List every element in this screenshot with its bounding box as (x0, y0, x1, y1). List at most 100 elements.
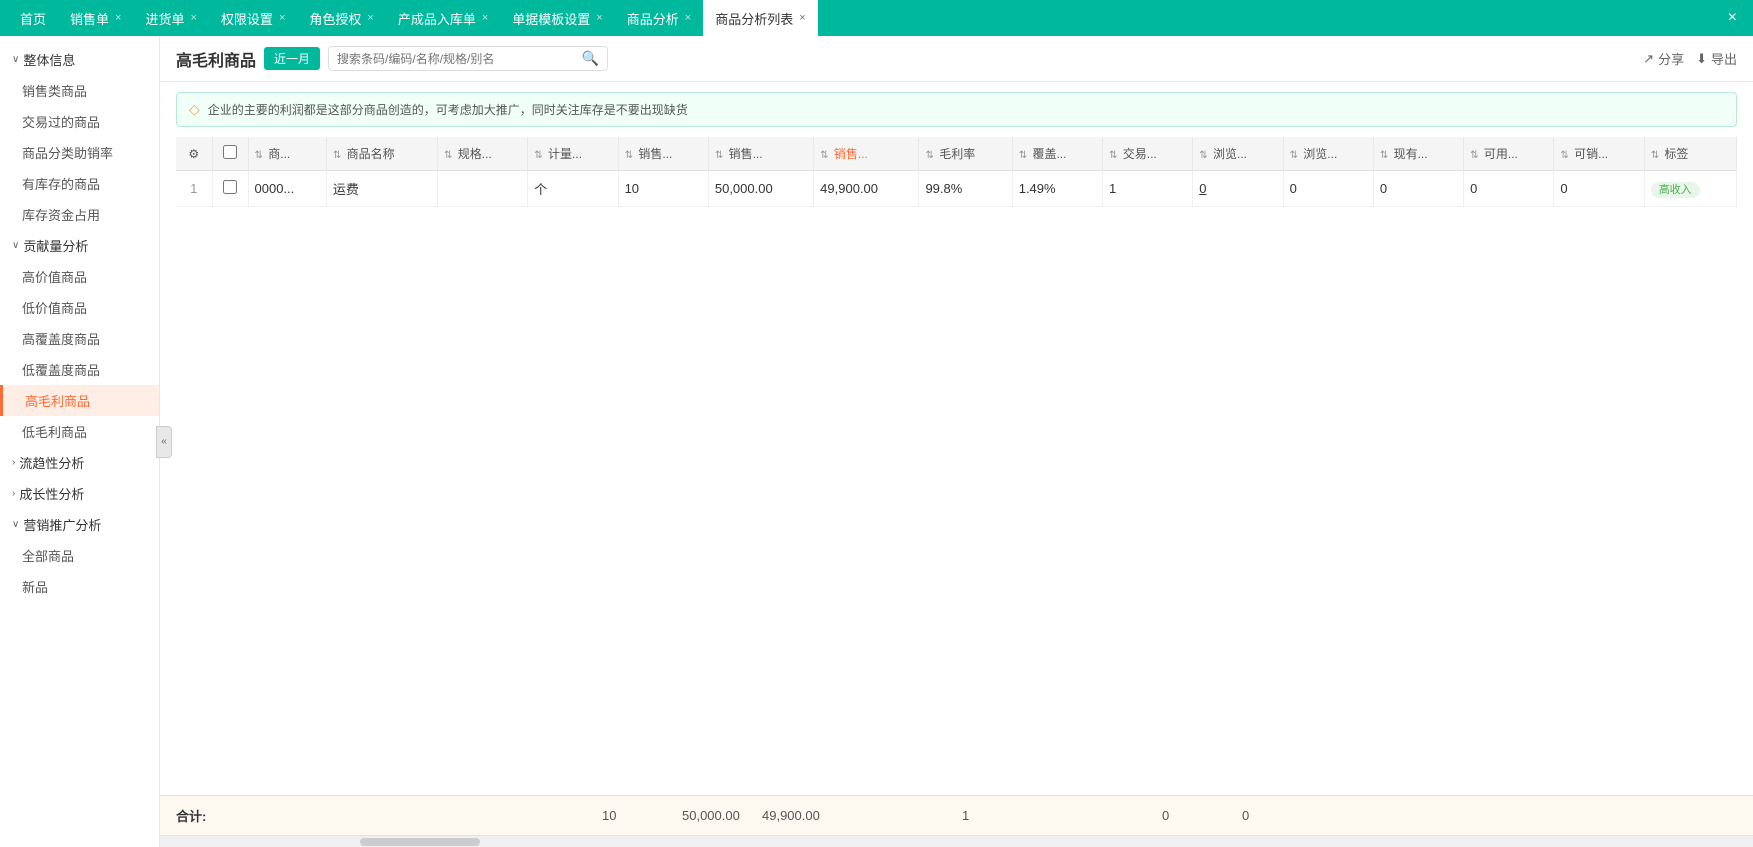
cell-gross-rate: 99.8% (919, 171, 1012, 207)
col-checkbox[interactable] (212, 137, 248, 171)
col-browse2[interactable]: ⇅ 浏览... (1283, 137, 1373, 171)
arrow-growth: › (12, 488, 15, 499)
sidebar-collapse-button[interactable]: « (156, 426, 172, 458)
footer-spacer2 (456, 808, 536, 823)
col-spec[interactable]: ⇅ 规格... (438, 137, 528, 171)
arrow-marketing: ∨ (12, 519, 19, 530)
col-name[interactable]: ⇅ 商品名称 (326, 137, 437, 171)
nav-roles[interactable]: 角色授权 × (297, 0, 385, 36)
settings-icon: ⚙ (188, 147, 199, 161)
select-all-checkbox[interactable] (223, 145, 237, 159)
sidebar-section-trend[interactable]: › 流趋性分析 (0, 447, 159, 478)
sort-sales-qty-icon: ⇅ (625, 150, 633, 161)
footer-spacer4 (836, 808, 896, 823)
main-layout: ∨ 整体信息 销售类商品 交易过的商品 商品分类助销率 有库存的商品 库存资金占… (0, 36, 1753, 847)
nav-sales-order[interactable]: 销售单 × (58, 0, 133, 36)
col-current-stock[interactable]: ⇅ 现有... (1373, 137, 1463, 171)
scroll-bar-thumb[interactable] (360, 838, 480, 846)
sidebar-item-new-goods[interactable]: 新品 (0, 571, 159, 602)
cell-browse2: 0 (1283, 171, 1373, 207)
close-product-inbound[interactable]: × (482, 12, 488, 24)
arrow-overall: ∨ (12, 54, 19, 65)
sidebar-item-stock-capital[interactable]: 库存资金占用 (0, 199, 159, 230)
share-button[interactable]: ↗ 分享 (1643, 49, 1684, 68)
col-sales-qty[interactable]: ⇅ 销售... (618, 137, 708, 171)
close-purchase-order[interactable]: × (190, 12, 196, 24)
sidebar-item-in-stock[interactable]: 有库存的商品 (0, 168, 159, 199)
sidebar-item-traded-goods[interactable]: 交易过的商品 (0, 106, 159, 137)
export-button[interactable]: ⬇ 导出 (1696, 49, 1737, 68)
sidebar-item-category-rate[interactable]: 商品分类助销率 (0, 137, 159, 168)
col-available[interactable]: ⇅ 可用... (1464, 137, 1554, 171)
arrow-contribution: ∨ (12, 240, 19, 251)
close-product-analysis[interactable]: × (685, 12, 691, 24)
search-box: 🔍 (328, 46, 608, 71)
sidebar-item-low-margin[interactable]: 低毛利商品 (0, 416, 159, 447)
sidebar-wrapper: ∨ 整体信息 销售类商品 交易过的商品 商品分类助销率 有库存的商品 库存资金占… (0, 36, 160, 847)
col-sales-amt[interactable]: ⇅ 销售... (708, 137, 813, 171)
sidebar-item-high-value[interactable]: 高价值商品 (0, 261, 159, 292)
close-roles[interactable]: × (367, 12, 373, 24)
sort-trade-icon: ⇅ (1109, 150, 1117, 161)
nav-product-inbound[interactable]: 产成品入库单 × (386, 0, 500, 36)
cell-code: 0000... (248, 171, 326, 207)
col-gross-rate[interactable]: ⇅ 毛利率 (919, 137, 1012, 171)
nav-product-analysis[interactable]: 商品分析 × (615, 0, 703, 36)
cell-sales-qty: 10 (618, 171, 708, 207)
footer-sales-profit: 49,900.00 (756, 808, 836, 823)
cell-trade: 1 (1103, 171, 1193, 207)
nav-home[interactable]: 首页 (8, 0, 58, 36)
data-table: ⚙ ⇅ 商... ⇅ 商品名称 (176, 137, 1737, 207)
close-permissions[interactable]: × (279, 12, 285, 24)
tag-badge: 高收入 (1651, 182, 1700, 198)
footer-browse1 (1036, 808, 1096, 823)
close-template-settings[interactable]: × (596, 12, 602, 24)
col-sales-profit[interactable]: ⇅ 销售... (814, 137, 919, 171)
close-all-tabs[interactable]: × (1720, 9, 1745, 27)
close-sales-order[interactable]: × (115, 12, 121, 24)
col-trade[interactable]: ⇅ 交易... (1103, 137, 1193, 171)
footer-browse2 (1096, 808, 1156, 823)
sort-spec-icon: ⇅ (444, 150, 452, 161)
sidebar-section-overall[interactable]: ∨ 整体信息 (0, 44, 159, 75)
nav-template-settings[interactable]: 单据模板设置 × (500, 0, 614, 36)
export-icon: ⬇ (1696, 51, 1707, 67)
footer-current-stock: 0 (1156, 808, 1236, 823)
col-tag[interactable]: ⇅ 标签 (1644, 137, 1736, 171)
header-actions: ↗ 分享 ⬇ 导出 (1643, 49, 1737, 68)
period-button[interactable]: 近一月 (264, 47, 320, 70)
nav-purchase-order[interactable]: 进货单 × (133, 0, 208, 36)
sidebar-item-low-value[interactable]: 低价值商品 (0, 292, 159, 323)
nav-permissions[interactable]: 权限设置 × (209, 0, 297, 36)
footer-trade: 1 (956, 808, 1036, 823)
col-settings[interactable]: ⚙ (176, 137, 212, 171)
scroll-bar-area[interactable] (160, 835, 1753, 847)
sidebar-section-contribution[interactable]: ∨ 贡献量分析 (0, 230, 159, 261)
col-saleable[interactable]: ⇅ 可销... (1554, 137, 1644, 171)
footer-label: 合计: (176, 806, 336, 825)
cell-checkbox[interactable] (212, 171, 248, 207)
sort-sales-profit-icon: ⇅ (820, 150, 828, 161)
sidebar-item-all-goods[interactable]: 全部商品 (0, 540, 159, 571)
sort-coverage-icon: ⇅ (1019, 150, 1027, 161)
sidebar-section-marketing[interactable]: ∨ 营销推广分析 (0, 509, 159, 540)
info-banner: ◇ 企业的主要的利润都是这部分商品创造的，可考虑加大推广，同时关注库存是不要出现… (176, 92, 1737, 127)
sidebar-item-sales-goods[interactable]: 销售类商品 (0, 75, 159, 106)
col-browse1[interactable]: ⇅ 浏览... (1193, 137, 1283, 171)
row-checkbox[interactable] (223, 180, 237, 194)
cell-coverage: 1.49% (1012, 171, 1102, 207)
sidebar-item-high-coverage[interactable]: 高覆盖度商品 (0, 323, 159, 354)
table-header-row: ⚙ ⇅ 商... ⇅ 商品名称 (176, 137, 1737, 171)
footer-spacer5 (896, 808, 956, 823)
col-coverage[interactable]: ⇅ 覆盖... (1012, 137, 1102, 171)
sidebar-item-high-margin[interactable]: 高毛利商品 (0, 385, 159, 416)
cell-browse1[interactable]: 0 (1193, 171, 1283, 207)
close-product-analysis-list[interactable]: × (799, 12, 805, 24)
search-input[interactable] (337, 52, 576, 66)
nav-product-analysis-list[interactable]: 商品分析列表 × (703, 0, 817, 36)
sidebar-item-low-coverage[interactable]: 低覆盖度商品 (0, 354, 159, 385)
browse1-link[interactable]: 0 (1199, 181, 1206, 196)
col-unit[interactable]: ⇅ 计量... (528, 137, 618, 171)
sidebar-section-growth[interactable]: › 成长性分析 (0, 478, 159, 509)
col-code[interactable]: ⇅ 商... (248, 137, 326, 171)
